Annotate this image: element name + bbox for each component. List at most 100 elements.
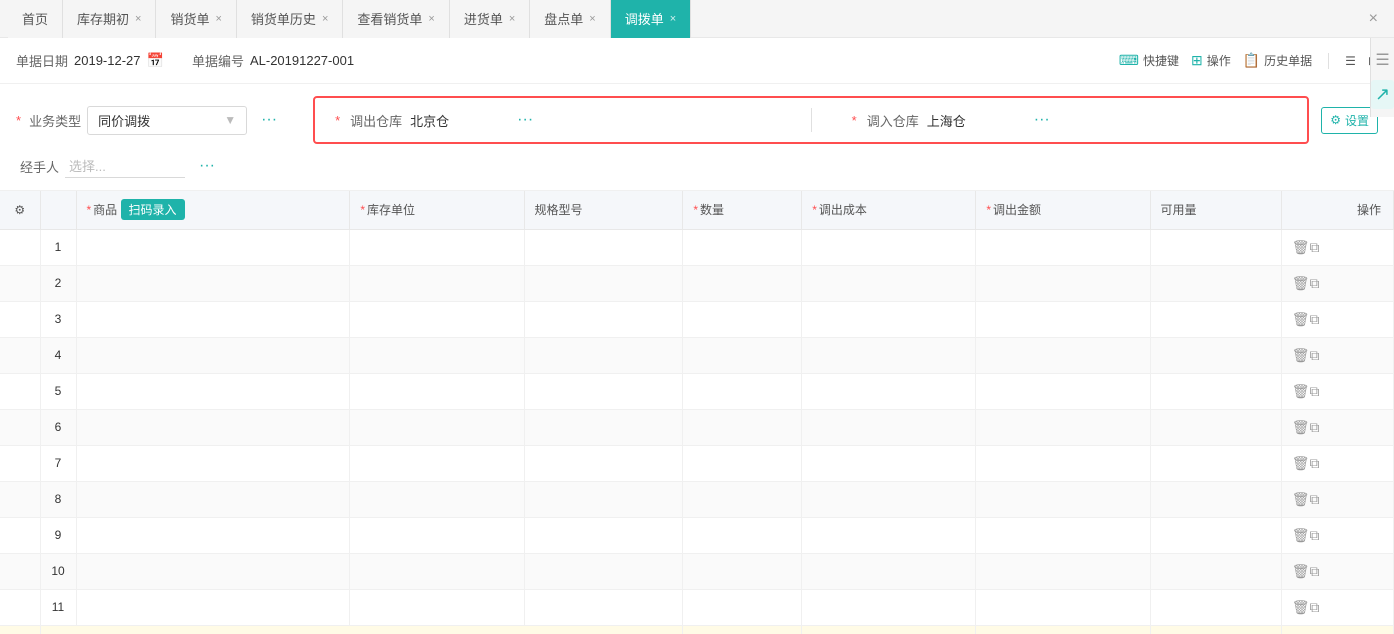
table-row: 8 🗑⧉	[0, 481, 1394, 517]
tab-close-transfer[interactable]: ×	[670, 13, 676, 25]
subtotal-cost: 0.00	[802, 625, 976, 634]
copy-row-2-icon[interactable]: ⧉	[1309, 275, 1319, 291]
copy-row-10-icon[interactable]: ⧉	[1309, 563, 1319, 579]
warehouse-out-more-icon[interactable]: ···	[517, 111, 533, 129]
th-no	[40, 191, 76, 229]
copy-row-5-icon[interactable]: ⧉	[1309, 383, 1319, 399]
th-available: 可用量	[1150, 191, 1281, 229]
operations-icon: ⊞	[1191, 52, 1203, 69]
table-row: 11 🗑⧉	[0, 589, 1394, 625]
table-row: 3 🗑⧉	[0, 301, 1394, 337]
warehouse-out-field: * 调出仓库 北京仓 ···	[335, 111, 771, 130]
history-button[interactable]: 📋 历史单据	[1243, 52, 1312, 69]
copy-row-8-icon[interactable]: ⧉	[1309, 491, 1319, 507]
warehouse-box: * 调出仓库 北京仓 ··· * 调入仓库 上海仓 ···	[313, 96, 1309, 144]
right-panel-export-icon[interactable]: ↗	[1371, 80, 1394, 109]
history-icon: 📋	[1243, 52, 1260, 69]
delete-row-6-icon[interactable]: 🗑	[1292, 419, 1310, 435]
layout-list-button[interactable]: ☰	[1345, 54, 1356, 68]
subtotal-row: 小计 0.00 0.00 0.00 🗑⧉	[0, 625, 1394, 634]
delete-row-4-icon[interactable]: 🗑	[1292, 347, 1310, 363]
delete-row-2-icon[interactable]: 🗑	[1292, 275, 1310, 291]
right-panel-list-icon[interactable]: ☰	[1371, 46, 1393, 74]
copy-row-7-icon[interactable]: ⧉	[1309, 455, 1319, 471]
layout-list-icon: ☰	[1345, 54, 1356, 68]
data-table: ⚙ *商品 扫码录入 *库存单位 规格型号 *数量 *调出成本 *调出金额 可用…	[0, 191, 1394, 634]
subtotal-amount: 0.00	[976, 625, 1150, 634]
toolbar-divider	[1328, 53, 1329, 69]
biz-type-field: * 业务类型 同价调拨 ▼ ···	[16, 106, 277, 135]
tab-transfer[interactable]: 调拨单 ×	[611, 0, 691, 38]
calendar-icon[interactable]: 📅	[147, 52, 164, 69]
gear-icon[interactable]: ⚙	[14, 203, 25, 217]
shortcuts-icon: ⌨	[1119, 52, 1139, 69]
tab-sales-order[interactable]: 销货单 ×	[156, 0, 236, 38]
delete-row-11-icon[interactable]: 🗑	[1292, 599, 1310, 615]
operations-button[interactable]: ⊞ 操作	[1191, 52, 1231, 69]
delete-row-8-icon[interactable]: 🗑	[1292, 491, 1310, 507]
delete-row-7-icon[interactable]: 🗑	[1292, 455, 1310, 471]
doc-date-field: 单据日期 2019-12-27 📅	[16, 51, 164, 70]
copy-row-6-icon[interactable]: ⧉	[1309, 419, 1319, 435]
copy-row-1-icon[interactable]: ⧉	[1309, 239, 1319, 255]
table-row: 5 🗑⧉	[0, 373, 1394, 409]
table-wrapper: ⚙ *商品 扫码录入 *库存单位 规格型号 *数量 *调出成本 *调出金额 可用…	[0, 191, 1394, 634]
form-area: * 业务类型 同价调拨 ▼ ··· * 调出仓库 北京仓 ··· *	[0, 84, 1394, 191]
delete-row-9-icon[interactable]: 🗑	[1292, 527, 1310, 543]
person-row: 经手人 选择... ···	[16, 154, 1378, 178]
tab-close-purchase[interactable]: ×	[509, 13, 515, 25]
right-panel: ☰ ↗	[1370, 38, 1394, 117]
shortcuts-button[interactable]: ⌨ 快捷键	[1119, 52, 1179, 69]
table-row: 1 🗑⧉	[0, 229, 1394, 265]
table-row: 4 🗑⧉	[0, 337, 1394, 373]
tab-sales-history[interactable]: 销货单历史 ×	[237, 0, 343, 38]
copy-row-11-icon[interactable]: ⧉	[1309, 599, 1319, 615]
person-more-icon[interactable]: ···	[199, 157, 215, 175]
toolbar-left: 单据日期 2019-12-27 📅 单据编号 AL-20191227-001	[16, 51, 1119, 70]
tab-close-view-sales[interactable]: ×	[428, 13, 434, 25]
form-row-main: * 业务类型 同价调拨 ▼ ··· * 调出仓库 北京仓 ··· *	[16, 96, 1378, 144]
biz-type-chevron-icon: ▼	[224, 113, 236, 127]
warehouse-in-more-icon[interactable]: ···	[1034, 111, 1050, 129]
th-spec: 规格型号	[524, 191, 683, 229]
table-row: 2 🗑⧉	[0, 265, 1394, 301]
copy-row-4-icon[interactable]: ⧉	[1309, 347, 1319, 363]
warehouse-in-field: * 调入仓库 上海仓 ···	[852, 111, 1288, 130]
th-qty: *数量	[683, 191, 802, 229]
tab-close-inventory-init[interactable]: ×	[135, 13, 141, 25]
warehouse-divider	[811, 108, 812, 132]
tab-bar: 首页 库存期初 × 销货单 × 销货单历史 × 查看销货单 × 进货单 × 盘点…	[0, 0, 1394, 38]
tab-close-stocktake[interactable]: ×	[589, 13, 595, 25]
table-row: 9 🗑⧉	[0, 517, 1394, 553]
th-gear[interactable]: ⚙	[0, 191, 40, 229]
scan-input-button[interactable]: 扫码录入	[121, 199, 185, 220]
delete-row-3-icon[interactable]: 🗑	[1292, 311, 1310, 327]
person-select[interactable]: 选择...	[65, 154, 185, 178]
copy-row-3-icon[interactable]: ⧉	[1309, 311, 1319, 327]
th-unit: *库存单位	[350, 191, 524, 229]
biz-type-more-icon[interactable]: ···	[261, 111, 277, 129]
th-amount: *调出金额	[976, 191, 1150, 229]
copy-row-9-icon[interactable]: ⧉	[1309, 527, 1319, 543]
tab-inventory-init[interactable]: 库存期初 ×	[63, 0, 156, 38]
delete-row-10-icon[interactable]: 🗑	[1292, 563, 1310, 579]
delete-row-5-icon[interactable]: 🗑	[1292, 383, 1310, 399]
settings-gear-icon: ⚙	[1330, 113, 1341, 127]
th-product: *商品 扫码录入	[76, 191, 350, 229]
table-row: 7 🗑⧉	[0, 445, 1394, 481]
tab-stocktake[interactable]: 盘点单 ×	[530, 0, 610, 38]
table-row: 6 🗑⧉	[0, 409, 1394, 445]
tab-close-sales-history[interactable]: ×	[322, 13, 328, 25]
tab-purchase[interactable]: 进货单 ×	[450, 0, 530, 38]
th-ops: 操作	[1281, 191, 1393, 229]
subtotal-qty: 0.00	[683, 625, 802, 634]
tab-close-sales-order[interactable]: ×	[215, 13, 221, 25]
window-close-button[interactable]: ×	[1361, 10, 1386, 28]
delete-row-1-icon[interactable]: 🗑	[1292, 239, 1310, 255]
tab-view-sales[interactable]: 查看销货单 ×	[343, 0, 449, 38]
biz-type-select[interactable]: 同价调拨 ▼	[87, 106, 247, 135]
tab-home[interactable]: 首页	[8, 0, 63, 38]
subtotal-label: 小计	[40, 625, 683, 634]
doc-no-field: 单据编号 AL-20191227-001	[192, 51, 354, 70]
toolbar: 单据日期 2019-12-27 📅 单据编号 AL-20191227-001 ⌨…	[0, 38, 1394, 84]
